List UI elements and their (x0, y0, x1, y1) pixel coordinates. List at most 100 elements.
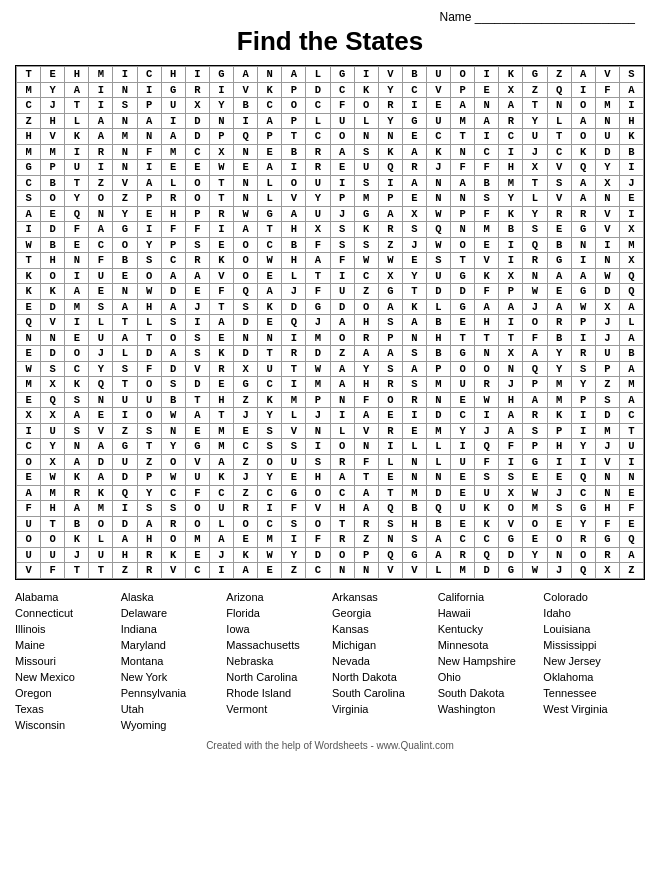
grid-cell: H (427, 331, 451, 347)
grid-cell: T (403, 284, 427, 300)
grid-cell: A (427, 548, 451, 564)
grid-cell: B (41, 176, 65, 192)
grid-cell: I (258, 501, 282, 517)
grid-cell: Z (355, 284, 379, 300)
grid-cell: L (306, 114, 330, 130)
grid-cell: O (282, 98, 306, 114)
grid-cell: L (113, 346, 137, 362)
grid-cell: D (234, 346, 258, 362)
grid-cell: Y (451, 424, 475, 440)
grid-cell: E (186, 160, 210, 176)
grid-cell: N (427, 176, 451, 192)
grid-cell: M (620, 238, 644, 254)
grid-cell: D (186, 129, 210, 145)
grid-cell: R (403, 393, 427, 409)
grid-cell: K (210, 253, 234, 269)
grid-cell: V (596, 222, 620, 238)
word-item (226, 718, 328, 732)
grid-cell: R (379, 98, 403, 114)
grid-cell: O (331, 129, 355, 145)
grid-cell: R (572, 532, 596, 548)
grid-cell: K (17, 269, 41, 285)
grid-cell: U (331, 114, 355, 130)
grid-cell: R (379, 222, 403, 238)
grid-cell: F (138, 145, 162, 161)
grid-cell: N (65, 253, 89, 269)
grid-cell: R (186, 253, 210, 269)
grid-cell: H (113, 548, 137, 564)
grid-cell: F (89, 253, 113, 269)
grid-cell: N (113, 145, 137, 161)
grid-cell: R (379, 424, 403, 440)
grid-cell: V (596, 455, 620, 471)
grid-cell: P (548, 424, 572, 440)
word-item: Indiana (121, 622, 223, 636)
grid-cell: U (355, 160, 379, 176)
word-item: Colorado (543, 590, 645, 604)
grid-cell: N (306, 424, 330, 440)
grid-cell: B (403, 501, 427, 517)
grid-cell: D (162, 284, 186, 300)
grid-cell: P (427, 362, 451, 378)
grid-cell: C (620, 408, 644, 424)
grid-cell: V (41, 129, 65, 145)
grid-cell: O (548, 532, 572, 548)
grid-cell: I (113, 408, 137, 424)
grid-cell: L (282, 269, 306, 285)
grid-cell: I (572, 455, 596, 471)
grid-cell: L (89, 532, 113, 548)
word-item: Louisiana (543, 622, 645, 636)
grid-cell: M (282, 393, 306, 409)
grid-cell: V (17, 563, 41, 579)
grid-cell: F (523, 331, 547, 347)
grid-cell: N (451, 145, 475, 161)
grid-cell: G (258, 207, 282, 223)
grid-cell: J (620, 176, 644, 192)
grid-cell: S (596, 393, 620, 409)
grid-cell: G (234, 377, 258, 393)
grid-cell: N (138, 129, 162, 145)
grid-cell: X (186, 98, 210, 114)
grid-cell: M (596, 98, 620, 114)
grid-cell: W (427, 207, 451, 223)
grid-cell: Q (234, 284, 258, 300)
grid-cell: K (65, 470, 89, 486)
grid-cell: V (355, 424, 379, 440)
grid-cell: J (331, 207, 355, 223)
grid-cell: X (596, 300, 620, 316)
grid-cell: S (403, 222, 427, 238)
grid-cell: X (596, 176, 620, 192)
grid-cell: S (113, 98, 137, 114)
grid-cell: W (306, 362, 330, 378)
grid-cell: J (596, 315, 620, 331)
grid-cell: T (451, 129, 475, 145)
grid-cell: G (17, 160, 41, 176)
grid-cell: E (258, 145, 282, 161)
grid-cell: K (548, 408, 572, 424)
word-item: Alabama (15, 590, 117, 604)
grid-cell: S (475, 470, 499, 486)
grid-cell: S (138, 253, 162, 269)
grid-cell: C (355, 269, 379, 285)
grid-cell: A (548, 269, 572, 285)
grid-cell: I (572, 83, 596, 99)
grid-cell: A (620, 362, 644, 378)
grid-cell: W (162, 470, 186, 486)
grid-cell: A (186, 408, 210, 424)
word-item: Tennessee (543, 686, 645, 700)
grid-cell: O (355, 300, 379, 316)
grid-cell: J (306, 315, 330, 331)
grid-cell: I (596, 238, 620, 254)
grid-cell: Q (17, 315, 41, 331)
grid-cell: I (210, 563, 234, 579)
grid-cell: B (65, 517, 89, 533)
grid-cell: A (475, 114, 499, 130)
grid-cell: A (451, 176, 475, 192)
grid-cell: X (620, 253, 644, 269)
grid-cell: M (451, 114, 475, 130)
grid-cell: K (258, 393, 282, 409)
grid-cell: A (499, 98, 523, 114)
grid-cell: E (403, 253, 427, 269)
grid-cell: B (113, 253, 137, 269)
grid-cell: U (17, 548, 41, 564)
